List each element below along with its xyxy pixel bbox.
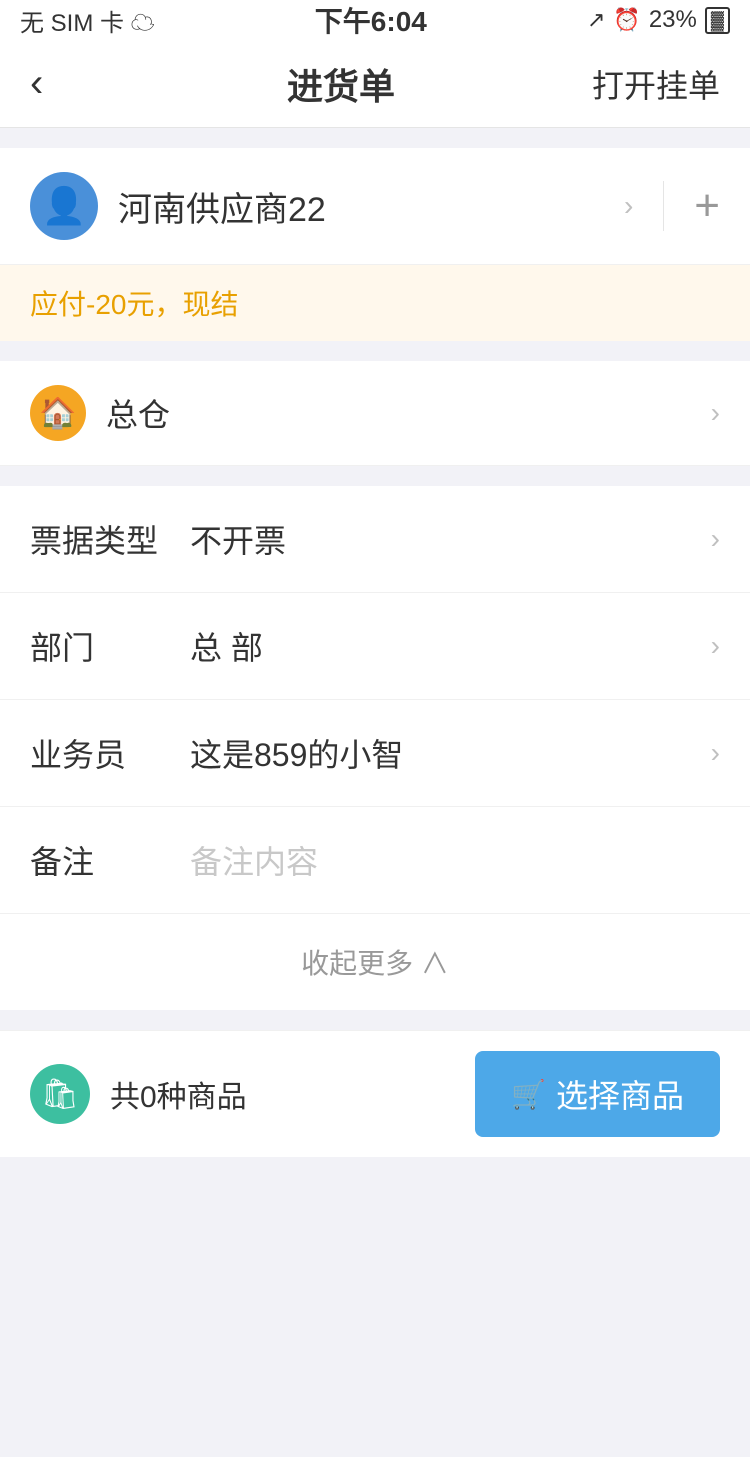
- supplier-name: 河南供应商22: [118, 182, 624, 231]
- nav-bar: ‹ 进货单 打开挂单: [0, 40, 750, 128]
- product-bar: 🛍 共0种商品 🛒 选择商品: [0, 1030, 750, 1157]
- form-row-department[interactable]: 部门 总 部 ›: [0, 593, 750, 700]
- salesperson-chevron-right-icon: ›: [711, 737, 720, 769]
- product-count-label: 共0种商品: [110, 1072, 475, 1116]
- warehouse-chevron-right-icon: ›: [711, 397, 720, 429]
- notice-bar: 应付-20元，现结: [0, 265, 750, 341]
- department-label: 部门: [30, 623, 190, 669]
- warehouse-name: 总仓: [106, 390, 711, 436]
- status-bar: 无 SIM 卡 ☁ 下午6:04 ↗ ⏰ 23% ▓: [0, 0, 750, 40]
- alarm-icon: ⏰: [613, 7, 640, 33]
- warehouse-row[interactable]: 🏠 总仓 ›: [0, 361, 750, 466]
- salesperson-value: 这是859的小智: [190, 730, 711, 776]
- vertical-divider: [663, 181, 664, 231]
- salesperson-label: 业务员: [30, 730, 190, 776]
- form-row-ticket-type[interactable]: 票据类型 不开票 ›: [0, 486, 750, 593]
- ticket-type-value: 不开票: [190, 516, 711, 562]
- person-icon: 👤: [42, 185, 87, 227]
- cart-icon: 🛒: [511, 1078, 546, 1111]
- remark-label: 备注: [30, 837, 190, 883]
- ticket-type-label: 票据类型: [30, 516, 190, 562]
- avatar: 👤: [30, 172, 98, 240]
- status-time: 下午6:04: [315, 0, 427, 40]
- location-icon: ↗: [587, 7, 605, 33]
- warehouse-icon-circle: 🏠: [30, 385, 86, 441]
- gap-1: [0, 128, 750, 148]
- supplier-chevron-right-icon: ›: [624, 190, 633, 222]
- gap-4: [0, 1010, 750, 1030]
- department-chevron-right-icon: ›: [711, 630, 720, 662]
- department-value: 总 部: [190, 623, 711, 669]
- select-product-button[interactable]: 🛒 选择商品: [475, 1051, 720, 1137]
- collapse-toggle-button[interactable]: 收起更多 ∧: [0, 914, 750, 1010]
- form-section: 票据类型 不开票 › 部门 总 部 › 业务员 这是859的小智 › 备注 备注…: [0, 486, 750, 1010]
- status-right: ↗ ⏰ 23% ▓: [587, 6, 730, 34]
- signal-text: 无 SIM 卡 ☁: [20, 3, 155, 38]
- battery-text: 23%: [649, 6, 697, 34]
- remark-input[interactable]: 备注内容: [190, 837, 720, 883]
- shopping-bag-icon: 🛍: [41, 1077, 79, 1112]
- supplier-row[interactable]: 👤 河南供应商22 › +: [0, 148, 750, 265]
- body-background: [0, 1157, 750, 1457]
- supplier-section: 👤 河南供应商22 › + 应付-20元，现结: [0, 148, 750, 341]
- status-left: 无 SIM 卡 ☁: [20, 3, 155, 38]
- back-button[interactable]: ‹: [30, 61, 90, 106]
- form-row-salesperson[interactable]: 业务员 这是859的小智 ›: [0, 700, 750, 807]
- open-pending-button[interactable]: 打开挂单: [592, 61, 720, 107]
- warehouse-icon: 🏠: [39, 396, 76, 431]
- ticket-type-chevron-right-icon: ›: [711, 523, 720, 555]
- form-row-remark[interactable]: 备注 备注内容: [0, 807, 750, 914]
- select-product-label: 选择商品: [556, 1071, 684, 1117]
- product-icon-circle: 🛍: [30, 1064, 90, 1124]
- gap-3: [0, 466, 750, 486]
- gap-2: [0, 341, 750, 361]
- add-supplier-button[interactable]: +: [694, 184, 720, 228]
- page-title: 进货单: [287, 58, 395, 110]
- battery-icon: ▓: [705, 7, 730, 34]
